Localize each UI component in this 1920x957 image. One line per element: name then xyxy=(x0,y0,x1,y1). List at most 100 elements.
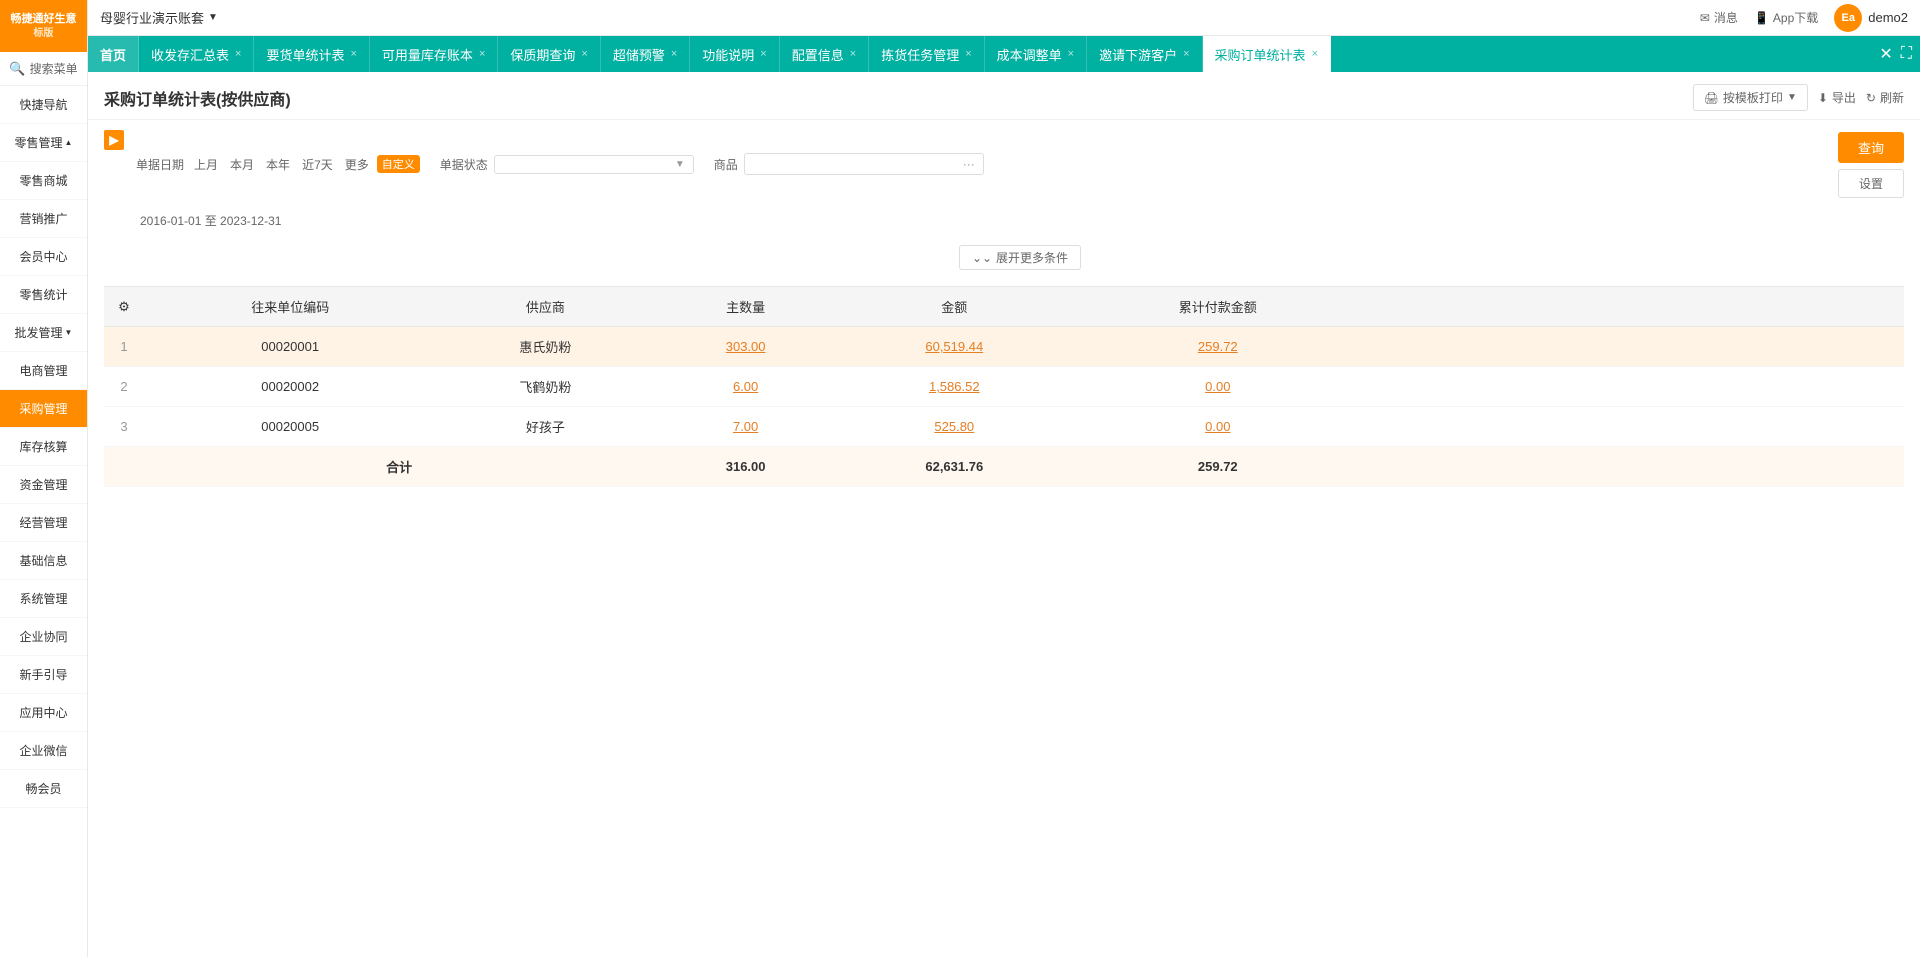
sidebar-item-inventory[interactable]: 库存核算 xyxy=(0,428,87,466)
tab-gongneng[interactable]: 功能说明 × xyxy=(690,36,779,72)
maximize-button[interactable]: ⛶ xyxy=(1901,45,1912,63)
topbar: 母婴行业演示账套 ▼ ✉ 消息 📱 App下载 Ea demo2 xyxy=(88,0,1920,36)
message-icon: ✉ xyxy=(1700,11,1710,25)
tab-close-icon[interactable]: × xyxy=(235,48,241,60)
user-name: demo2 xyxy=(1868,10,1908,25)
tab-label: 功能说明 xyxy=(702,45,754,64)
page-title: 采购订单统计表(按供应商) xyxy=(104,86,291,110)
sidebar-item-capital[interactable]: 资金管理 xyxy=(0,466,87,504)
row-paid[interactable]: 259.72 xyxy=(1072,327,1364,367)
sidebar-item-quick-nav[interactable]: 快捷导航 xyxy=(0,86,87,124)
row-amount[interactable]: 1,586.52 xyxy=(837,367,1072,407)
tab-shoufа[interactable]: 收发存汇总表 × xyxy=(139,36,254,72)
sidebar-item-marketing[interactable]: 营销推广 xyxy=(0,200,87,238)
logo-label: 标版 xyxy=(34,27,54,40)
tab-chengben[interactable]: 成本调整单 × xyxy=(985,36,1087,72)
download-icon: 📱 xyxy=(1754,11,1769,25)
sidebar-item-search[interactable]: 🔍 搜索菜单 xyxy=(0,52,87,86)
row-amount[interactable]: 525.80 xyxy=(837,407,1072,447)
custom-date-badge[interactable]: 自定义 xyxy=(377,155,420,173)
row-amount[interactable]: 60,519.44 xyxy=(837,327,1072,367)
shortcut-this-year[interactable]: 本年 xyxy=(262,154,294,175)
tab-close-icon[interactable]: × xyxy=(479,48,485,60)
sidebar-item-label: 会员中心 xyxy=(19,248,67,265)
close-tab-button[interactable]: ✕ xyxy=(1879,44,1892,64)
row-qty[interactable]: 7.00 xyxy=(654,407,837,447)
tab-close-icon[interactable]: × xyxy=(760,48,766,60)
settings-button[interactable]: 设置 xyxy=(1838,169,1904,198)
sidebar-item-ops[interactable]: 经营管理 xyxy=(0,504,87,542)
avatar-text: Ea xyxy=(1842,12,1855,24)
sidebar-item-ecommerce[interactable]: 电商管理 xyxy=(0,352,87,390)
tab-close-icon[interactable]: × xyxy=(1068,48,1074,60)
app-download-button[interactable]: 📱 App下载 xyxy=(1754,9,1818,26)
row-extra xyxy=(1364,327,1904,367)
tab-label: 收发存汇总表 xyxy=(151,45,229,64)
sidebar-item-label: 企业微信 xyxy=(19,742,67,759)
tab-close-icon[interactable]: × xyxy=(350,48,356,60)
message-label: 消息 xyxy=(1714,9,1738,26)
sidebar-item-retail-stat[interactable]: 零售统计 xyxy=(0,276,87,314)
tab-yaoqing[interactable]: 邀请下游客户 × xyxy=(1087,36,1202,72)
sidebar-item-batch[interactable]: 批发管理 xyxy=(0,314,87,352)
tab-chaochuyujing[interactable]: 超储预警 × xyxy=(601,36,690,72)
tab-peihuorenwu[interactable]: 拣货任务管理 × xyxy=(869,36,984,72)
footer-amount: 62,631.76 xyxy=(837,447,1072,487)
tab-keyongliang[interactable]: 可用量库存账本 × xyxy=(370,36,498,72)
sidebar-item-wechat[interactable]: 企业微信 xyxy=(0,732,87,770)
tab-yaohuo[interactable]: 要货单统计表 × xyxy=(254,36,369,72)
goods-input[interactable]: ··· xyxy=(744,153,984,175)
tab-close-icon[interactable]: × xyxy=(671,48,677,60)
collapse-button[interactable]: ▶ xyxy=(104,130,124,150)
sidebar-item-basic[interactable]: 基础信息 xyxy=(0,542,87,580)
chevron-down-icon: ▼ xyxy=(208,12,218,23)
tab-baozhiqi[interactable]: 保质期查询 × xyxy=(498,36,600,72)
chevron-down-icon: ⌄⌄ xyxy=(972,251,992,265)
refresh-button[interactable]: ↻ 刷新 xyxy=(1866,89,1904,106)
sidebar-item-label: 电商管理 xyxy=(19,362,67,379)
tab-close-icon[interactable]: × xyxy=(581,48,587,60)
tab-close-icon[interactable]: × xyxy=(1312,48,1318,60)
shortcut-this-month[interactable]: 本月 xyxy=(226,154,258,175)
tab-caigou[interactable]: 采购订单统计表 × xyxy=(1203,36,1331,72)
footer-label: 合计 xyxy=(144,447,654,487)
sidebar-item-vip[interactable]: 畅会员 xyxy=(0,770,87,808)
tab-close-icon[interactable]: × xyxy=(965,48,971,60)
shortcut-7days[interactable]: 近7天 xyxy=(298,154,337,175)
shortcut-more[interactable]: 更多 xyxy=(341,154,373,175)
message-button[interactable]: ✉ 消息 xyxy=(1700,9,1738,26)
table-area: ⚙ 往来单位编码 供应商 主数量 金额 累计付款金额 1 00020001 xyxy=(88,286,1920,957)
refresh-label: 刷新 xyxy=(1880,89,1904,106)
user-menu[interactable]: Ea demo2 xyxy=(1834,4,1908,32)
row-paid[interactable]: 0.00 xyxy=(1072,367,1364,407)
sidebar-item-enterprise[interactable]: 企业协同 xyxy=(0,618,87,656)
workspace-selector[interactable]: 母婴行业演示账套 ▼ xyxy=(100,8,218,27)
row-qty[interactable]: 303.00 xyxy=(654,327,837,367)
tab-close-icon[interactable]: × xyxy=(850,48,856,60)
tab-peizhi[interactable]: 配置信息 × xyxy=(780,36,869,72)
footer-qty: 316.00 xyxy=(654,447,837,487)
row-paid[interactable]: 0.00 xyxy=(1072,407,1364,447)
sidebar-item-retail-mall[interactable]: 零售商城 xyxy=(0,162,87,200)
status-select[interactable]: ▼ xyxy=(494,155,694,174)
tab-home[interactable]: 首页 xyxy=(88,36,139,72)
settings-icon[interactable]: ⚙ xyxy=(118,299,130,314)
shortcut-last-month[interactable]: 上月 xyxy=(190,154,222,175)
row-extra xyxy=(1364,407,1904,447)
export-button[interactable]: ⬇ 导出 xyxy=(1818,89,1856,106)
sidebar-item-system[interactable]: 系统管理 xyxy=(0,580,87,618)
print-button[interactable]: 🖨 按模板打印 ▼ xyxy=(1693,84,1808,111)
sidebar-item-retail[interactable]: 零售管理 xyxy=(0,124,87,162)
date-range-text: 2016-01-01 至 2023-12-31 xyxy=(140,214,281,228)
sidebar-item-newguide[interactable]: 新手引导 xyxy=(0,656,87,694)
row-qty[interactable]: 6.00 xyxy=(654,367,837,407)
print-label: 按模板打印 xyxy=(1723,89,1783,106)
expand-button[interactable]: ⌄⌄ 展开更多条件 xyxy=(959,245,1081,270)
sidebar-item-appcenter[interactable]: 应用中心 xyxy=(0,694,87,732)
goods-filter-label: 商品 xyxy=(714,156,738,173)
sidebar-item-member[interactable]: 会员中心 xyxy=(0,238,87,276)
sidebar-item-purchase[interactable]: 采购管理 xyxy=(0,390,87,428)
tab-close-icon[interactable]: × xyxy=(1183,48,1189,60)
tab-label: 要货单统计表 xyxy=(266,45,344,64)
query-button[interactable]: 查询 xyxy=(1838,132,1904,163)
